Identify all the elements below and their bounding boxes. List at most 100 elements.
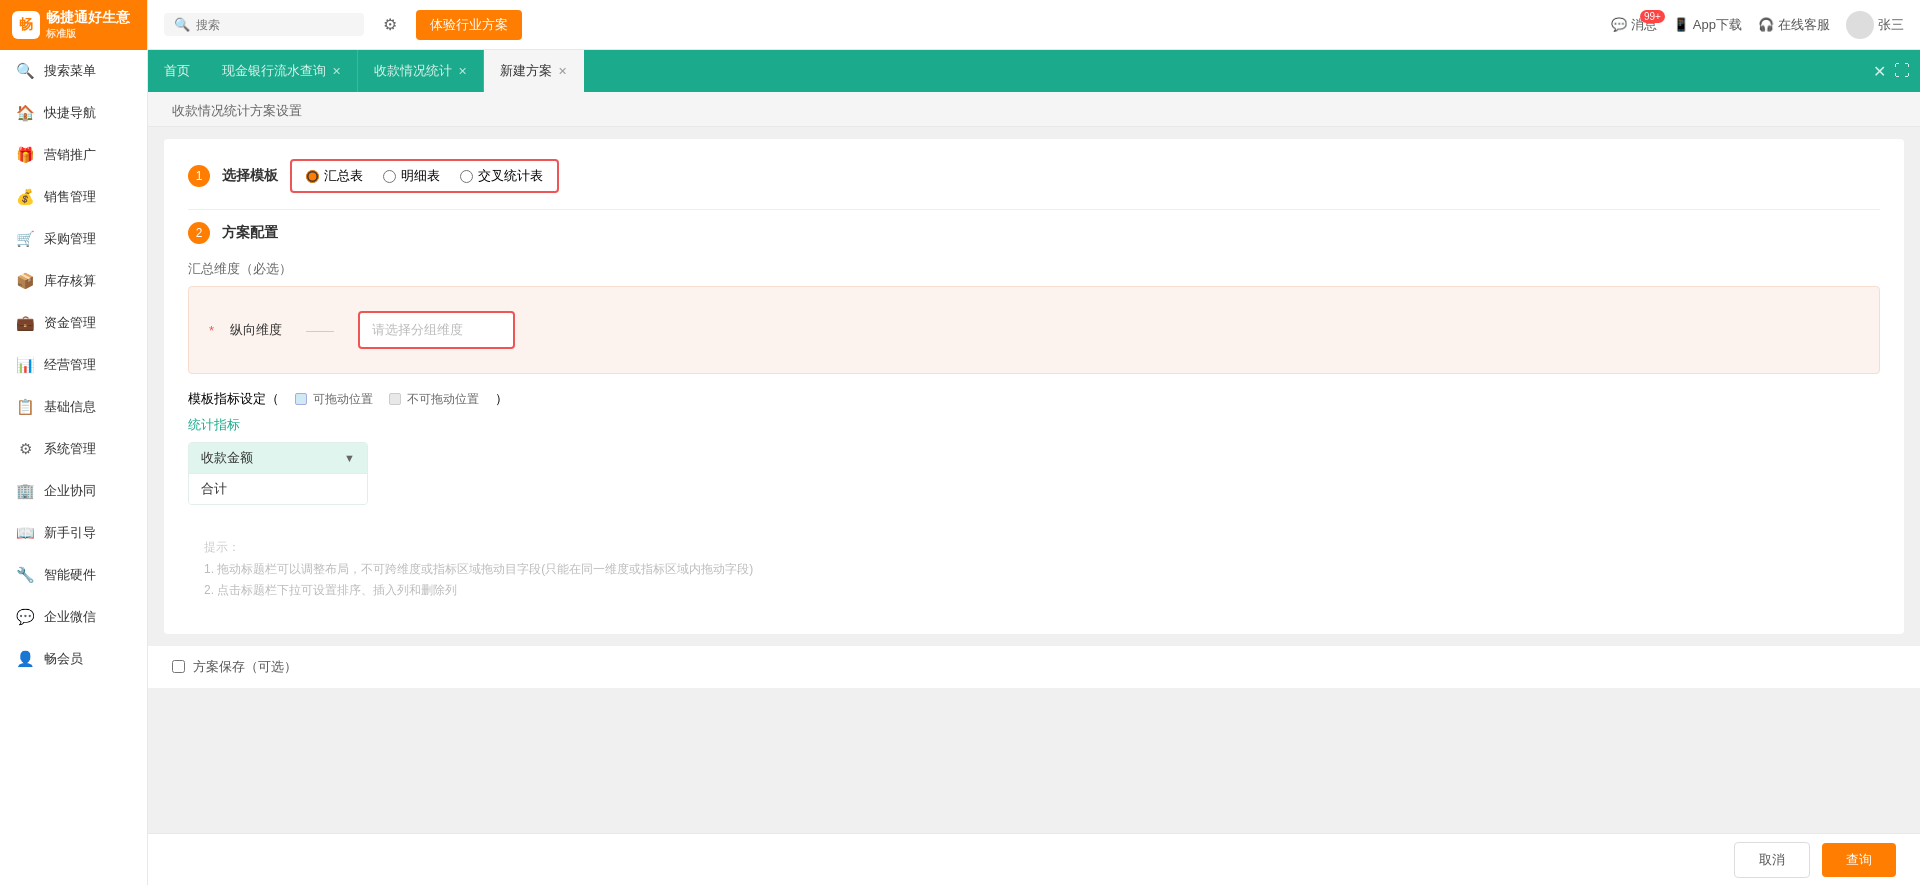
- sidebar-item-label: 快捷导航: [44, 104, 96, 122]
- box-icon: 📦: [16, 272, 34, 290]
- sidebar-item-label: 企业微信: [44, 608, 96, 626]
- metrics-header[interactable]: 收款金额 ▼: [189, 443, 367, 473]
- tabbar-end: ✕ ⛶: [1863, 50, 1920, 92]
- page-header: 收款情况统计方案设置: [148, 92, 1920, 127]
- divider1: [188, 209, 1880, 210]
- sidebar-item-quick-nav[interactable]: 🏠 快捷导航: [0, 92, 147, 134]
- chart-icon: 📊: [16, 356, 34, 374]
- sidebar-item-operations[interactable]: 📊 经营管理: [0, 344, 147, 386]
- window-close-icon[interactable]: ✕: [1873, 62, 1886, 81]
- dim-row-label: 纵向维度: [230, 321, 282, 339]
- section1-row: 1 选择模板 汇总表 明细表 交叉统计表: [188, 159, 1880, 193]
- settings-icon[interactable]: ⚙: [376, 11, 404, 39]
- building-icon: 🏢: [16, 482, 34, 500]
- book-icon: 📖: [16, 524, 34, 542]
- sidebar-item-label: 资金管理: [44, 314, 96, 332]
- radio-detail-input[interactable]: [383, 170, 396, 183]
- radio-summary[interactable]: 汇总表: [306, 167, 363, 185]
- sidebar-item-purchase[interactable]: 🛒 采购管理: [0, 218, 147, 260]
- sidebar-item-marketing[interactable]: 🎁 营销推广: [0, 134, 147, 176]
- avatar: [1846, 11, 1874, 39]
- section2-row: 2 方案配置: [188, 222, 1880, 244]
- service-icon: 🎧: [1758, 17, 1774, 32]
- gear-icon: ⚙: [16, 440, 34, 458]
- dim-label: 汇总维度（必选）: [188, 260, 1880, 278]
- sidebar-item-wechat[interactable]: 💬 企业微信: [0, 596, 147, 638]
- tip-title: 提示：: [204, 537, 1864, 559]
- sidebar-item-label: 畅会员: [44, 650, 83, 668]
- sidebar-item-capital[interactable]: 💼 资金管理: [0, 302, 147, 344]
- sidebar-item-label: 系统管理: [44, 440, 96, 458]
- metrics-header-label: 收款金额: [201, 449, 253, 467]
- search-menu-icon: 🔍: [16, 62, 34, 80]
- money-icon: 💰: [16, 188, 34, 206]
- sidebar-item-search-menu[interactable]: 🔍 搜索菜单: [0, 50, 147, 92]
- radio-cross-input[interactable]: [460, 170, 473, 183]
- briefcase-icon: 💼: [16, 314, 34, 332]
- tab-receipt-stats[interactable]: 收款情况统计 ✕: [358, 50, 484, 92]
- window-maximize-icon[interactable]: ⛶: [1894, 62, 1910, 80]
- trial-button[interactable]: 体验行业方案: [416, 10, 522, 40]
- sidebar-item-sales[interactable]: 💰 销售管理: [0, 176, 147, 218]
- app-download-label: App下载: [1693, 16, 1742, 34]
- legend-movable: 可拖动位置: [295, 391, 373, 408]
- radio-summary-input[interactable]: [306, 170, 319, 183]
- sidebar-item-label: 库存核算: [44, 272, 96, 290]
- cart-icon: 🛒: [16, 230, 34, 248]
- logo-text-block: 畅捷通好生意 标准版: [46, 9, 130, 41]
- sidebar-item-label: 销售管理: [44, 188, 96, 206]
- sidebar-item-label: 搜索菜单: [44, 62, 96, 80]
- customer-service-btn[interactable]: 🎧 在线客服: [1758, 16, 1830, 34]
- logo-name: 畅捷通好生意: [46, 9, 130, 27]
- sidebar-item-enterprise-coop[interactable]: 🏢 企业协同: [0, 470, 147, 512]
- app-icon: 📱: [1673, 17, 1689, 32]
- main-card: 1 选择模板 汇总表 明细表 交叉统计表: [164, 139, 1904, 634]
- radio-summary-label: 汇总表: [324, 167, 363, 185]
- notifications-badge: 99+: [1640, 10, 1665, 23]
- tab-receipt-stats-close[interactable]: ✕: [458, 65, 467, 78]
- section1-num: 1: [188, 165, 210, 187]
- legend-fixed: 不可拖动位置: [389, 391, 479, 408]
- clipboard-icon: 📋: [16, 398, 34, 416]
- radio-detail-label: 明细表: [401, 167, 440, 185]
- footer-bar: 取消 查询: [148, 833, 1920, 885]
- cancel-button[interactable]: 取消: [1734, 842, 1810, 878]
- tab-home[interactable]: 首页: [148, 50, 206, 92]
- metrics-row-total: 合计: [189, 473, 367, 504]
- sidebar-item-member[interactable]: 👤 畅会员: [0, 638, 147, 680]
- radio-cross[interactable]: 交叉统计表: [460, 167, 543, 185]
- radio-detail[interactable]: 明细表: [383, 167, 440, 185]
- sidebar-logo: 畅 畅捷通好生意 标准版: [0, 0, 147, 50]
- sidebar-item-label: 智能硬件: [44, 566, 96, 584]
- save-checkbox[interactable]: [172, 660, 185, 673]
- notifications-btn[interactable]: 💬 消息 99+: [1611, 16, 1657, 34]
- wrench-icon: 🔧: [16, 566, 34, 584]
- section1-title: 选择模板: [222, 167, 278, 185]
- metrics-table: 收款金额 ▼ 合计: [188, 442, 368, 505]
- sidebar-item-basic-info[interactable]: 📋 基础信息: [0, 386, 147, 428]
- main-area: 🔍 ⚙ 体验行业方案 💬 消息 99+ 📱 App下载 🎧 在线客服 张三: [148, 0, 1920, 885]
- search-box[interactable]: 🔍: [164, 13, 364, 36]
- tip-area: 提示： 1. 拖动标题栏可以调整布局，不可跨维度或指标区域拖动目字段(只能在同一…: [188, 525, 1880, 614]
- topbar-right: 💬 消息 99+ 📱 App下载 🎧 在线客服 张三: [1611, 11, 1904, 39]
- breadcrumb: 收款情况统计方案设置: [172, 103, 302, 118]
- arrow-icon: ——: [306, 322, 334, 338]
- sidebar-item-label: 企业协同: [44, 482, 96, 500]
- metrics-section: 模板指标设定（ 可拖动位置 不可拖动位置 ） 统计指标 收款金额: [188, 390, 1880, 505]
- sidebar-item-system[interactable]: ⚙ 系统管理: [0, 428, 147, 470]
- search-input[interactable]: [196, 18, 354, 32]
- tab-new-plan[interactable]: 新建方案 ✕: [484, 50, 584, 92]
- tab-bank-flow-close[interactable]: ✕: [332, 65, 341, 78]
- query-button[interactable]: 查询: [1822, 843, 1896, 877]
- stats-title: 统计指标: [188, 416, 1880, 434]
- sidebar-item-inventory[interactable]: 📦 库存核算: [0, 260, 147, 302]
- sidebar: 畅 畅捷通好生意 标准版 🔍 搜索菜单 🏠 快捷导航 🎁 营销推广 💰 销售管理…: [0, 0, 148, 885]
- dim-select-box[interactable]: 请选择分组维度: [358, 311, 515, 349]
- tab-bank-flow[interactable]: 现金银行流水查询 ✕: [206, 50, 358, 92]
- tab-bank-flow-label: 现金银行流水查询: [222, 62, 326, 80]
- sidebar-item-hardware[interactable]: 🔧 智能硬件: [0, 554, 147, 596]
- app-download-btn[interactable]: 📱 App下载: [1673, 16, 1742, 34]
- sidebar-item-newbie[interactable]: 📖 新手引导: [0, 512, 147, 554]
- tab-new-plan-close[interactable]: ✕: [558, 65, 567, 78]
- user-profile-btn[interactable]: 张三: [1846, 11, 1904, 39]
